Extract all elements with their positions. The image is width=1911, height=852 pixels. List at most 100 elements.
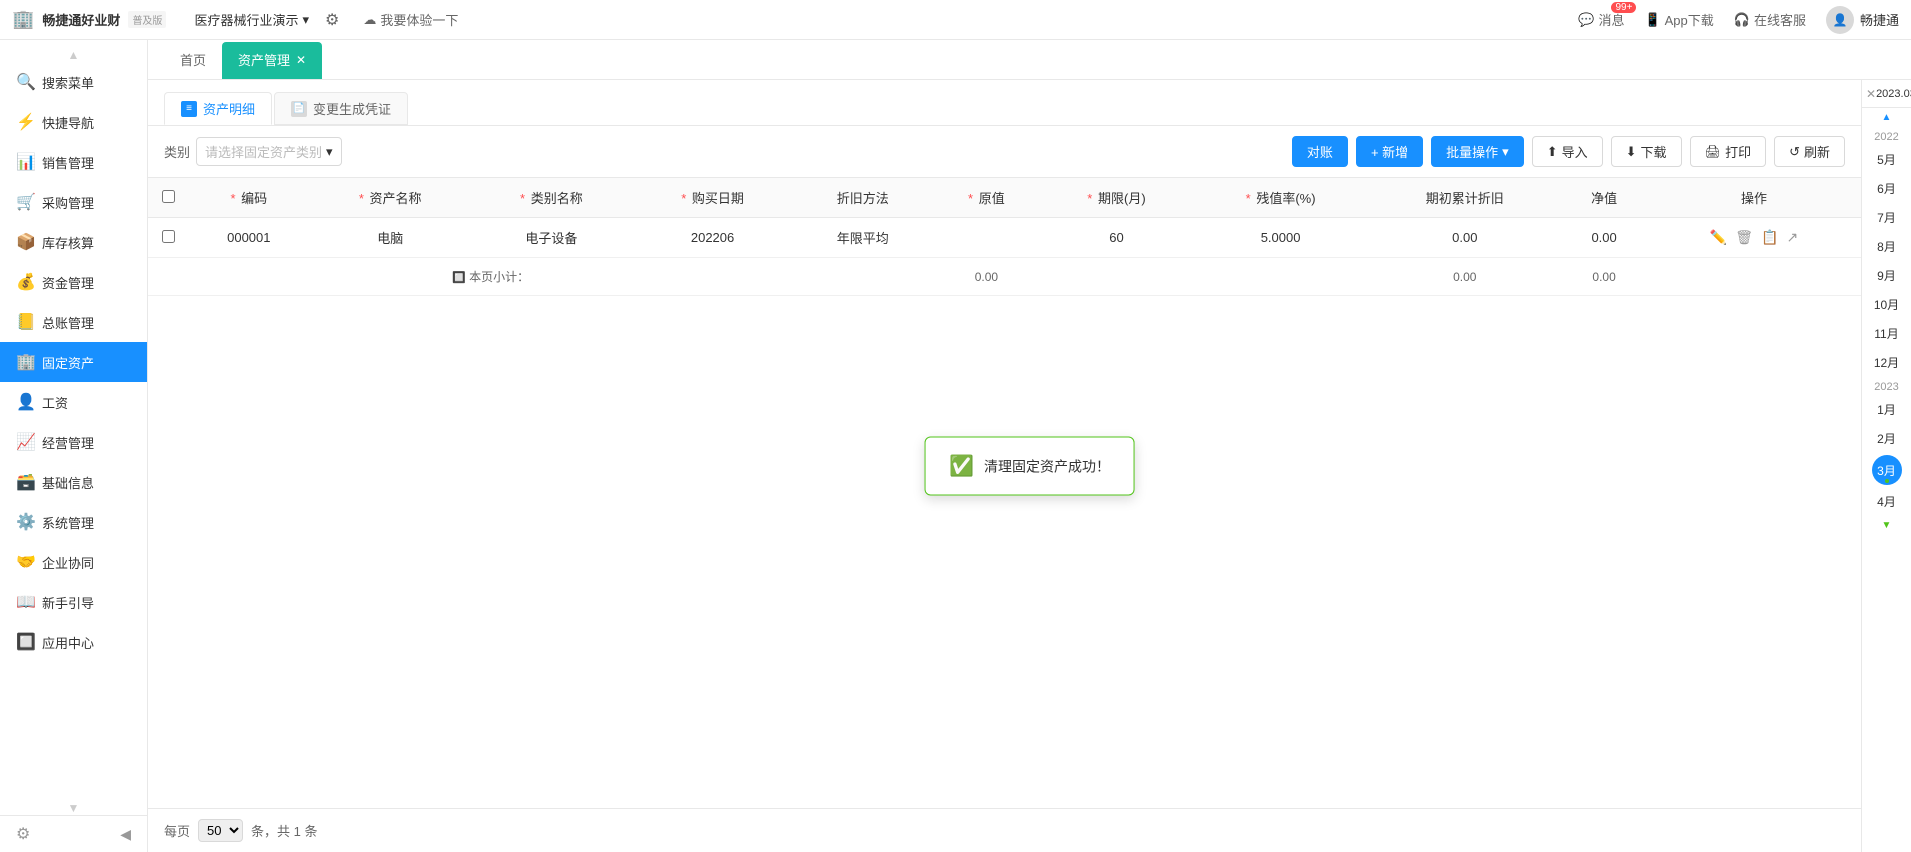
calendar-month-dec[interactable]: 12月 [1862, 348, 1911, 377]
sidebar-scroll-down[interactable]: ▼ [0, 801, 147, 815]
system-icon: ⚙️ [16, 512, 34, 532]
refresh-button[interactable]: ↺ 刷新 [1774, 136, 1845, 167]
header-action: 操作 [1647, 178, 1861, 218]
download-button[interactable]: ⬇ 下载 [1611, 136, 1682, 167]
online-service-label: 在线客服 [1754, 10, 1806, 29]
sidebar-item-guide[interactable]: 📖 新手引导 [0, 582, 147, 622]
fixed-assets-icon: 🏢 [16, 352, 34, 372]
calendar-month-apr[interactable]: 4月 [1862, 487, 1911, 516]
header-depreciation-method: 折旧方法 [793, 178, 932, 218]
batch-ops-label: 批量操作 [1446, 142, 1498, 161]
sidebar-item-capital[interactable]: 💰 资金管理 [0, 262, 147, 302]
copy-icon[interactable]: 📋 [1761, 229, 1778, 246]
filter-group: 类别 请选择固定资产类别 ▾ [164, 137, 342, 166]
sidebar-item-sales[interactable]: 📊 销售管理 [0, 142, 147, 182]
sidebar-scroll: 🔍 搜索菜单 ⚡ 快捷导航 📊 销售管理 🛒 采购管理 📦 库存核算 💰 [0, 62, 147, 801]
sidebar-item-quick-nav[interactable]: ⚡ 快捷导航 [0, 102, 147, 142]
sidebar-item-search[interactable]: 🔍 搜索菜单 [0, 62, 147, 102]
sidebar-label-quick-nav: 快捷导航 [42, 113, 94, 132]
sidebar-item-ledger[interactable]: 📒 总账管理 [0, 302, 147, 342]
app-download-label: App下载 [1665, 10, 1714, 29]
calendar-month-may[interactable]: 5月 [1862, 145, 1911, 174]
more-icon[interactable]: ↗ [1787, 229, 1799, 246]
tab-close-icon[interactable]: ✕ [296, 53, 306, 67]
select-all-checkbox[interactable] [162, 190, 175, 203]
sidebar-label-ledger: 总账管理 [42, 313, 94, 332]
sidebar-item-business[interactable]: 📈 经营管理 [0, 422, 147, 462]
calendar-close-icon[interactable]: ✕ [1866, 87, 1876, 101]
reconcile-button[interactable]: 对账 [1292, 136, 1348, 167]
basic-icon: 🗃️ [16, 472, 34, 492]
calendar-nav-down[interactable]: ▼ [1862, 516, 1911, 535]
change-voucher-icon: 📄 [291, 101, 307, 117]
row-checkbox-cell [148, 218, 188, 258]
message-button[interactable]: 💬 消息 99+ [1578, 10, 1624, 29]
delete-icon[interactable]: 🗑 [1735, 229, 1753, 246]
calendar-nav-up[interactable]: ▲ [1862, 108, 1911, 127]
print-icon: 🖨 [1705, 144, 1722, 160]
download-label: 下载 [1641, 142, 1667, 161]
sidebar-scroll-up[interactable]: ▲ [0, 48, 147, 62]
calendar-month-jul[interactable]: 7月 [1862, 203, 1911, 232]
edit-icon[interactable]: ✏️ [1710, 229, 1727, 246]
header-original-value: * 原值 [932, 178, 1040, 218]
sidebar-item-inventory[interactable]: 📦 库存核算 [0, 222, 147, 262]
import-label: 导入 [1562, 142, 1588, 161]
sidebar-settings-icon[interactable]: ⚙ [16, 824, 30, 844]
calendar-month-mar[interactable]: 3月 [1872, 455, 1902, 485]
table-row: 000001 电脑 电子设备 202206 年限平均 60 5.0000 0.0… [148, 218, 1861, 258]
row-checkbox[interactable] [162, 230, 175, 243]
sub-tab-asset-detail[interactable]: ≡ 资产明细 [164, 92, 272, 125]
industry-selector[interactable]: 医疗器械行业演示 ▾ [194, 10, 309, 29]
sidebar-label-search: 搜索菜单 [42, 73, 94, 92]
sidebar-label-purchase: 采购管理 [42, 193, 94, 212]
tab-home-label: 首页 [180, 53, 206, 68]
sidebar-item-basic[interactable]: 🗃️ 基础信息 [0, 462, 147, 502]
user-profile[interactable]: 👤 畅捷通 [1826, 6, 1899, 34]
calendar-month-oct[interactable]: 10月 [1862, 290, 1911, 319]
category-select[interactable]: 请选择固定资产类别 ▾ [196, 137, 342, 166]
batch-ops-button[interactable]: 批量操作 ▾ [1431, 136, 1524, 167]
sidebar-item-system[interactable]: ⚙️ 系统管理 [0, 502, 147, 542]
sub-tab-change-voucher[interactable]: 📄 变更生成凭证 [274, 92, 408, 125]
settings-icon[interactable]: ⚙ [325, 10, 339, 30]
tab-home[interactable]: 首页 [164, 42, 222, 79]
guide-icon: 📖 [16, 592, 34, 612]
sidebar-item-apps[interactable]: 🔲 应用中心 [0, 622, 147, 662]
calendar-month-jan[interactable]: 1月 [1862, 395, 1911, 424]
online-service-button[interactable]: 🎧 在线客服 [1734, 10, 1806, 29]
sidebar-collapse-icon[interactable]: ◀ [120, 826, 131, 843]
sidebar-label-guide: 新手引导 [42, 593, 94, 612]
sidebar-item-cooperation[interactable]: 🤝 企业协同 [0, 542, 147, 582]
main-layout: ▲ 🔍 搜索菜单 ⚡ 快捷导航 📊 销售管理 🛒 采购管理 📦 库存核算 [0, 40, 1911, 852]
header-purchase-date: * 购买日期 [632, 178, 793, 218]
calendar-month-feb[interactable]: 2月 [1862, 424, 1911, 453]
sidebar-item-fixed-assets[interactable]: 🏢 固定资产 [0, 342, 147, 382]
sidebar-item-purchase[interactable]: 🛒 采购管理 [0, 182, 147, 222]
username: 畅捷通 [1860, 10, 1899, 29]
calendar-month-aug[interactable]: 8月 [1862, 232, 1911, 261]
tab-asset-mgmt[interactable]: 资产管理 ✕ [222, 42, 322, 79]
row-original-value [932, 218, 1040, 258]
row-code: 000001 [188, 218, 310, 258]
sidebar-item-payroll[interactable]: 👤 工资 [0, 382, 147, 422]
app-download-button[interactable]: 📱 App下载 [1644, 10, 1713, 29]
print-button[interactable]: 🖨 打印 [1690, 136, 1767, 167]
cloud-icon: ☁ [363, 12, 376, 28]
page-size-select[interactable]: 50 [198, 819, 243, 842]
subtotal-label: 🔲 本页小计： [188, 258, 793, 296]
new-button[interactable]: + 新增 [1356, 136, 1423, 167]
calendar-month-jun[interactable]: 6月 [1862, 174, 1911, 203]
row-residual-rate: 5.0000 [1193, 218, 1369, 258]
industry-label: 医疗器械行业演示 [194, 10, 298, 29]
sub-tab-asset-detail-label: 资产明细 [203, 99, 255, 118]
calendar-month-nov[interactable]: 11月 [1862, 319, 1911, 348]
calendar-month-sep[interactable]: 9月 [1862, 261, 1911, 290]
chevron-down-icon: ▾ [302, 12, 309, 28]
import-button[interactable]: ⬆ 导入 [1532, 136, 1603, 167]
print-label: 打印 [1725, 142, 1751, 161]
category-chevron-icon: ▾ [326, 144, 333, 160]
calendar-year-2022: 2022 [1862, 127, 1911, 145]
experience-button[interactable]: ☁ 我要体验一下 [363, 10, 458, 29]
app-logo-icon: 🏢 [12, 9, 34, 30]
